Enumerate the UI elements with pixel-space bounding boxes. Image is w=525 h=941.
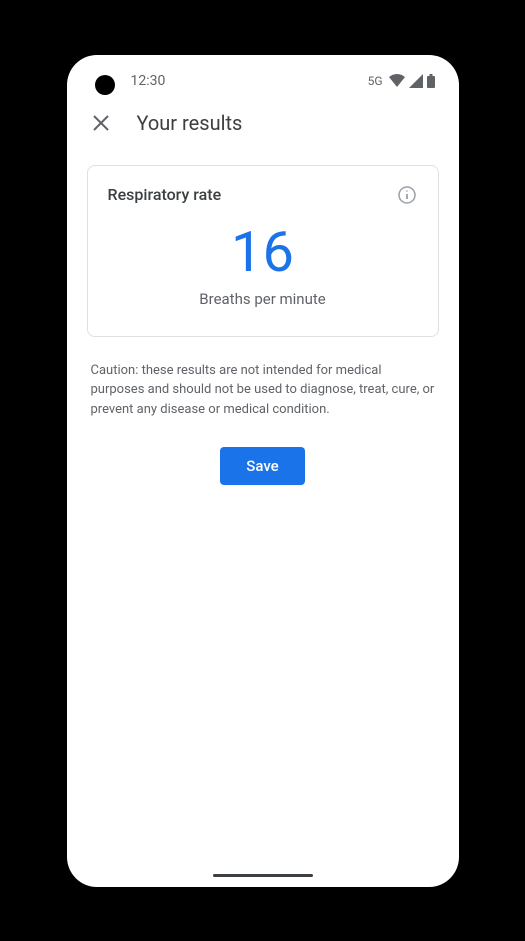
phone-frame: 12:30 5G — [53, 41, 473, 901]
save-button[interactable]: Save — [220, 447, 304, 485]
side-button — [473, 301, 476, 391]
camera-hole — [95, 75, 115, 95]
caution-text: Caution: these results are not intended … — [87, 361, 439, 420]
content: Respiratory rate 16 Breaths per minute C… — [67, 147, 459, 504]
navigation-bar[interactable] — [213, 874, 313, 877]
card-header: Respiratory rate — [108, 184, 418, 206]
status-bar: 12:30 5G — [67, 55, 459, 99]
app-bar: Your results — [67, 99, 459, 147]
status-icons: 5G — [368, 74, 435, 88]
wifi-icon — [389, 74, 405, 88]
result-unit: Breaths per minute — [108, 290, 418, 308]
result-value: 16 — [108, 224, 418, 280]
phone-screen: 12:30 5G — [67, 55, 459, 887]
card-title: Respiratory rate — [108, 185, 222, 204]
info-icon — [398, 186, 416, 204]
close-icon — [91, 113, 111, 133]
network-type: 5G — [368, 74, 383, 88]
page-title: Your results — [137, 111, 243, 135]
result-card: Respiratory rate 16 Breaths per minute — [87, 165, 439, 337]
signal-icon — [409, 74, 423, 88]
action-row: Save — [87, 447, 439, 485]
info-button[interactable] — [396, 184, 418, 206]
battery-icon — [427, 74, 435, 88]
close-button[interactable] — [87, 109, 115, 137]
status-time: 12:30 — [131, 73, 166, 89]
